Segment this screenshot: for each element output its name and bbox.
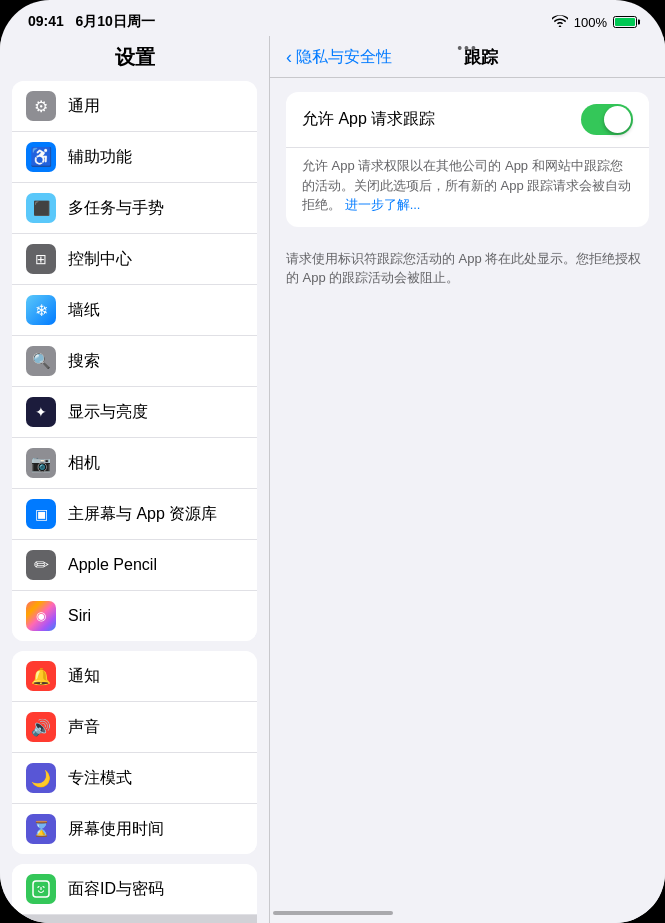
battery-fill bbox=[615, 18, 635, 26]
sidebar-item-focus[interactable]: 🌙 专注模式 bbox=[12, 753, 257, 804]
sidebar-item-camera[interactable]: 📷 相机 bbox=[12, 438, 257, 489]
accessibility-icon: ♿ bbox=[26, 142, 56, 172]
sidebar-item-siri[interactable]: ◉ Siri bbox=[12, 591, 257, 641]
back-chevron-icon: ‹ bbox=[286, 47, 292, 68]
learn-more-link[interactable]: 进一步了解... bbox=[345, 197, 421, 212]
faceid-icon bbox=[26, 874, 56, 904]
content-area: ••• ‹ 隐私与安全性 跟踪 允许 App 请求跟踪 允许 App 请求权限以… bbox=[270, 36, 665, 923]
general-icon: ⚙ bbox=[26, 91, 56, 121]
sidebar-item-applepencil[interactable]: ✏ Apple Pencil bbox=[12, 540, 257, 591]
back-label: 隐私与安全性 bbox=[296, 47, 392, 68]
sidebar-item-accessibility[interactable]: ♿ 辅助功能 bbox=[12, 132, 257, 183]
search-icon: 🔍 bbox=[26, 346, 56, 376]
camera-icon: 📷 bbox=[26, 448, 56, 478]
sidebar-item-sounds[interactable]: 🔊 声音 bbox=[12, 702, 257, 753]
sidebar-item-wallpaper[interactable]: ❄ 墙纸 bbox=[12, 285, 257, 336]
sidebar-item-general[interactable]: ⚙ 通用 bbox=[12, 81, 257, 132]
homescreen-icon: ▣ bbox=[26, 499, 56, 529]
tracking-section: 允许 App 请求跟踪 允许 App 请求权限以在其他公司的 App 和网站中跟… bbox=[286, 92, 649, 227]
battery-percentage: 100% bbox=[574, 15, 607, 30]
sidebar-group-2: 🔔 通知 🔊 声音 🌙 专注模式 ⌛ 屏幕使用时间 bbox=[12, 651, 257, 854]
sidebar-item-privacy[interactable]: 隐私与安全性 bbox=[12, 915, 257, 923]
battery-icon bbox=[613, 16, 637, 28]
notifications-icon: 🔔 bbox=[26, 661, 56, 691]
wallpaper-icon: ❄ bbox=[26, 295, 56, 325]
main-layout: 设置 ⚙ 通用 ♿ 辅助功能 ⬛ 多任务与手势 ⊞ 控制中心 bbox=[0, 36, 665, 923]
applepencil-icon: ✏ bbox=[26, 550, 56, 580]
controlcenter-icon: ⊞ bbox=[26, 244, 56, 274]
tracking-toggle-row: 允许 App 请求跟踪 bbox=[286, 92, 649, 147]
toggle-label: 允许 App 请求跟踪 bbox=[302, 109, 435, 130]
wifi-icon bbox=[552, 14, 568, 30]
home-indicator bbox=[273, 911, 393, 915]
status-bar: 09:41 6月10日周一 100% bbox=[0, 0, 665, 36]
sidebar-item-search[interactable]: 🔍 搜索 bbox=[12, 336, 257, 387]
focus-icon: 🌙 bbox=[26, 763, 56, 793]
multitasking-icon: ⬛ bbox=[26, 193, 56, 223]
sidebar-title: 设置 bbox=[0, 36, 269, 81]
sidebar: 设置 ⚙ 通用 ♿ 辅助功能 ⬛ 多任务与手势 ⊞ 控制中心 bbox=[0, 36, 270, 923]
nav-dots: ••• bbox=[457, 40, 478, 56]
device-frame: 09:41 6月10日周一 100% bbox=[0, 0, 665, 923]
sounds-icon: 🔊 bbox=[26, 712, 56, 742]
sidebar-item-controlcenter[interactable]: ⊞ 控制中心 bbox=[12, 234, 257, 285]
tracking-toggle[interactable] bbox=[581, 104, 633, 135]
sidebar-item-faceid[interactable]: 面容ID与密码 bbox=[12, 864, 257, 915]
sidebar-item-multitasking[interactable]: ⬛ 多任务与手势 bbox=[12, 183, 257, 234]
sidebar-item-homescreen[interactable]: ▣ 主屏幕与 App 资源库 bbox=[12, 489, 257, 540]
back-button[interactable]: ‹ 隐私与安全性 bbox=[286, 47, 392, 68]
siri-icon: ◉ bbox=[26, 601, 56, 631]
tracking-description: 允许 App 请求权限以在其他公司的 App 和网站中跟踪您的活动。关闭此选项后… bbox=[286, 147, 649, 227]
sidebar-group-1: ⚙ 通用 ♿ 辅助功能 ⬛ 多任务与手势 ⊞ 控制中心 ❄ 墙纸 bbox=[12, 81, 257, 641]
status-right: 100% bbox=[552, 14, 637, 30]
nav-bar: ••• ‹ 隐私与安全性 跟踪 bbox=[270, 36, 665, 78]
status-time: 09:41 6月10日周一 bbox=[28, 13, 155, 31]
display-icon: ✦ bbox=[26, 397, 56, 427]
sidebar-group-3: 面容ID与密码 隐私与安全性 bbox=[12, 864, 257, 923]
screentime-icon: ⌛ bbox=[26, 814, 56, 844]
bottom-description: 请求使用标识符跟踪您活动的 App 将在此处显示。您拒绝授权的 App 的跟踪活… bbox=[270, 241, 665, 302]
sidebar-item-screentime[interactable]: ⌛ 屏幕使用时间 bbox=[12, 804, 257, 854]
sidebar-item-display[interactable]: ✦ 显示与亮度 bbox=[12, 387, 257, 438]
sidebar-item-notifications[interactable]: 🔔 通知 bbox=[12, 651, 257, 702]
